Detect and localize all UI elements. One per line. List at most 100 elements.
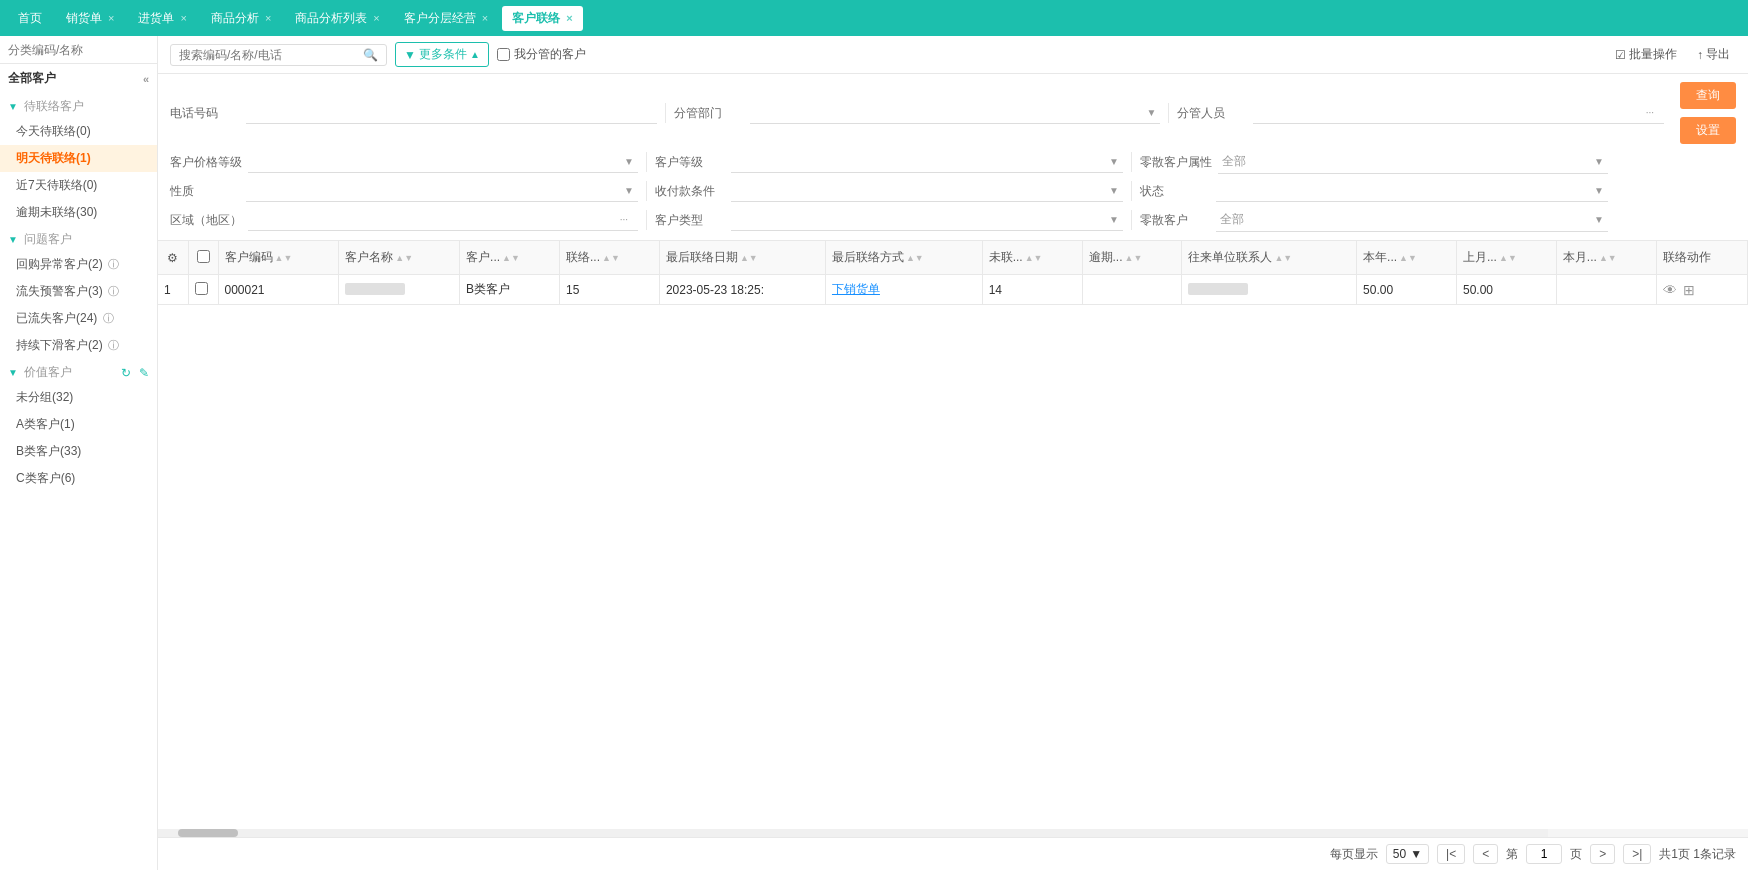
page-last-btn[interactable]: >| bbox=[1623, 844, 1651, 864]
row-name: Ea bbox=[339, 275, 460, 305]
pending-section-label: ▼ 待联络客户 bbox=[0, 93, 157, 118]
my-customers-checkbox[interactable] bbox=[497, 48, 510, 61]
filter-customer-level-field: 客户等级 ▼ bbox=[655, 151, 1123, 173]
nav-close-customer-contact[interactable]: × bbox=[566, 12, 572, 24]
export-icon: ↑ bbox=[1697, 48, 1703, 62]
page-prev-btn[interactable]: < bbox=[1473, 844, 1498, 864]
horizontal-scrollbar-track[interactable] bbox=[158, 829, 1548, 837]
sidebar-item-churn-warning[interactable]: 流失预警客户(3) ⓘ bbox=[0, 278, 157, 305]
page-size-select[interactable]: 50 ▼ bbox=[1386, 844, 1429, 864]
filter-manager-label: 分管人员 bbox=[1177, 105, 1247, 122]
query-button[interactable]: 查询 bbox=[1680, 82, 1736, 109]
my-customers-toggle[interactable]: 我分管的客户 bbox=[497, 46, 586, 63]
row-action-eye-icon[interactable]: 👁 bbox=[1663, 282, 1677, 298]
row-select-checkbox[interactable] bbox=[195, 282, 208, 295]
sort-icon-this-month[interactable]: ▲▼ bbox=[1599, 253, 1617, 263]
value-edit-icon[interactable]: ✎ bbox=[139, 366, 149, 380]
sort-icon-overdue[interactable]: ▲▼ bbox=[1125, 253, 1143, 263]
sidebar-item-today-pending[interactable]: 今天待联络(0) bbox=[0, 118, 157, 145]
filter-gender-select[interactable]: ▼ bbox=[246, 180, 638, 202]
nav-home[interactable]: 首页 bbox=[8, 6, 52, 31]
sidebar-item-7day-pending[interactable]: 近7天待联络(0) bbox=[0, 172, 157, 199]
nav-sales-order[interactable]: 销货单 × bbox=[56, 6, 124, 31]
row-this-month bbox=[1556, 275, 1656, 305]
row-overdue bbox=[1082, 275, 1182, 305]
sort-icon-name[interactable]: ▲▼ bbox=[395, 253, 413, 263]
sort-icon-not-contacted[interactable]: ▲▼ bbox=[1025, 253, 1043, 263]
filter-retail-attr-select[interactable]: 全部▼ bbox=[1218, 150, 1608, 174]
filter-customer-type-select[interactable]: ▼ bbox=[731, 209, 1123, 231]
sidebar-item-churned[interactable]: 已流失客户(24) ⓘ bbox=[0, 305, 157, 332]
search-input[interactable] bbox=[179, 48, 359, 62]
row-contact-person-value: ---- bbox=[1188, 283, 1248, 295]
region-dots[interactable]: ··· bbox=[614, 212, 634, 227]
filter-dept-select[interactable]: ▼ bbox=[750, 102, 1161, 124]
horizontal-scrollbar-thumb[interactable] bbox=[178, 829, 238, 837]
filter-retail-customer-select[interactable]: 全部▼ bbox=[1216, 208, 1608, 232]
page-suffix: 页 bbox=[1570, 846, 1582, 863]
filter-phone-input[interactable] bbox=[246, 103, 657, 124]
table-footer: 每页显示 50 ▼ |< < 第 页 > >| 共1页 1条记录 bbox=[158, 837, 1748, 870]
row-action-grid-icon[interactable]: ⊞ bbox=[1683, 282, 1695, 298]
sidebar-item-abnormal-repurchase[interactable]: 回购异常客户(2) ⓘ bbox=[0, 251, 157, 278]
sidebar-item-overdue-pending[interactable]: 逾期未联络(30) bbox=[0, 199, 157, 226]
filter-payment-field: 收付款条件 ▼ bbox=[655, 180, 1123, 202]
sidebar-item-class-c[interactable]: C类客户(6) bbox=[0, 465, 157, 492]
value-refresh-icon[interactable]: ↻ bbox=[121, 366, 131, 380]
filter-region-select[interactable]: ··· bbox=[248, 209, 638, 231]
page-next-btn[interactable]: > bbox=[1590, 844, 1615, 864]
manager-dots[interactable]: ··· bbox=[1640, 105, 1660, 120]
search-input-wrap: 🔍 bbox=[170, 44, 387, 66]
sidebar-item-declining[interactable]: 持续下滑客户(2) ⓘ bbox=[0, 332, 157, 359]
filter-gender-label: 性质 bbox=[170, 183, 240, 200]
sort-icon-code[interactable]: ▲▼ bbox=[275, 253, 293, 263]
filter-retail-attr-field: 零散客户属性 全部▼ bbox=[1140, 150, 1608, 174]
sidebar-search-input[interactable] bbox=[8, 43, 158, 57]
filter-payment-select[interactable]: ▼ bbox=[731, 180, 1123, 202]
page-first-btn[interactable]: |< bbox=[1437, 844, 1465, 864]
nav-close-product-analysis[interactable]: × bbox=[265, 12, 271, 24]
filter-price-level-field: 客户价格等级 ▼ bbox=[170, 151, 638, 173]
more-filters-btn[interactable]: ▼ 更多条件 ▲ bbox=[395, 42, 489, 67]
nav-close-sales-order[interactable]: × bbox=[108, 12, 114, 24]
sort-icon-last-month[interactable]: ▲▼ bbox=[1499, 253, 1517, 263]
filter-phone-field: 电话号码 bbox=[170, 103, 657, 124]
gear-icon[interactable]: ⚙ bbox=[167, 251, 178, 265]
row-name-value: Ea bbox=[345, 283, 405, 295]
filter-dept-label: 分管部门 bbox=[674, 105, 744, 122]
nav-customer-tier[interactable]: 客户分层经营 × bbox=[394, 6, 498, 31]
search-submit-icon[interactable]: 🔍 bbox=[363, 48, 378, 62]
select-all-checkbox[interactable] bbox=[197, 250, 210, 263]
filter-price-level-select[interactable]: ▼ bbox=[248, 151, 638, 173]
nav-close-purchase-order[interactable]: × bbox=[180, 12, 186, 24]
nav-product-analysis[interactable]: 商品分析 × bbox=[201, 6, 281, 31]
sort-icon-last-date[interactable]: ▲▼ bbox=[740, 253, 758, 263]
sidebar-item-tomorrow-pending[interactable]: 明天待联络(1) bbox=[0, 145, 157, 172]
filter-status-select[interactable]: ▼ bbox=[1216, 180, 1608, 202]
sidebar-item-class-a[interactable]: A类客户(1) bbox=[0, 411, 157, 438]
filter-manager-select[interactable]: ··· bbox=[1253, 102, 1664, 124]
all-customers-header[interactable]: 全部客户 « bbox=[0, 64, 157, 93]
nav-close-customer-tier[interactable]: × bbox=[482, 12, 488, 24]
set-button[interactable]: 设置 bbox=[1680, 117, 1736, 144]
batch-op-button[interactable]: ☑ 批量操作 bbox=[1609, 43, 1683, 66]
page-number-input[interactable] bbox=[1526, 844, 1562, 864]
nav-purchase-order[interactable]: 进货单 × bbox=[128, 6, 196, 31]
col-this-year: 本年... ▲▼ bbox=[1357, 241, 1457, 275]
filter-customer-level-select[interactable]: ▼ bbox=[731, 151, 1123, 173]
total-label: 共1页 1条记录 bbox=[1659, 846, 1736, 863]
row-last-method-link[interactable]: 下销货单 bbox=[832, 282, 880, 296]
sort-icon-contact-person[interactable]: ▲▼ bbox=[1274, 253, 1292, 263]
sidebar-item-class-b[interactable]: B类客户(33) bbox=[0, 438, 157, 465]
filter-region-label: 区域（地区） bbox=[170, 212, 242, 229]
sort-icon-this-year[interactable]: ▲▼ bbox=[1399, 253, 1417, 263]
nav-product-analysis-list[interactable]: 商品分析列表 × bbox=[285, 6, 389, 31]
sort-icon-last-method[interactable]: ▲▼ bbox=[906, 253, 924, 263]
nav-customer-contact[interactable]: 客户联络 × bbox=[502, 6, 582, 31]
nav-close-product-analysis-list[interactable]: × bbox=[373, 12, 379, 24]
sidebar-collapse-icon[interactable]: « bbox=[143, 73, 149, 85]
sort-icon-type[interactable]: ▲▼ bbox=[502, 253, 520, 263]
sidebar-item-ungrouped[interactable]: 未分组(32) bbox=[0, 384, 157, 411]
sort-icon-contact[interactable]: ▲▼ bbox=[602, 253, 620, 263]
export-button[interactable]: ↑ 导出 bbox=[1691, 43, 1736, 66]
